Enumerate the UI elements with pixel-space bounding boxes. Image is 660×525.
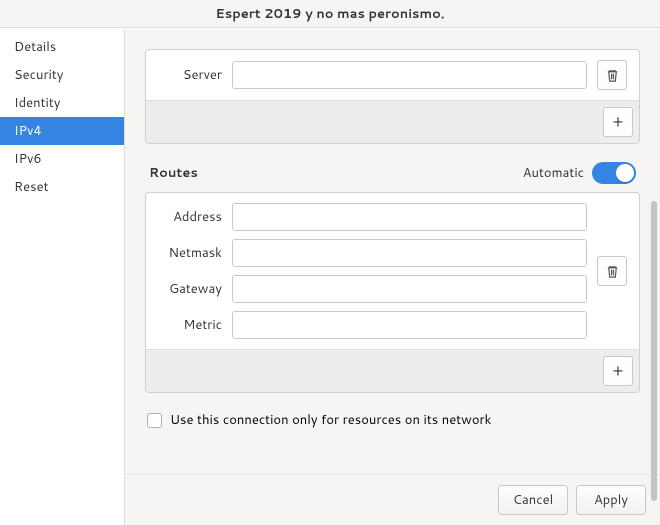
address-input[interactable] [232,203,587,231]
sidebar-item-ipv6[interactable]: IPv6 [0,145,124,173]
routes-auto-toggle[interactable] [592,162,636,184]
sidebar-item-label: IPv4 [14,122,42,140]
window: Espert 2019 y no mas peronismo. Details … [0,0,660,525]
address-label: Address [158,208,222,226]
scrollbar-thumb[interactable] [651,201,657,501]
server-label: Server [158,66,222,84]
server-input[interactable] [232,61,587,89]
sidebar-item-label: IPv6 [14,150,42,168]
dns-server-panel: Server + [145,49,640,144]
window-body: Details Security Identity IPv4 IPv6 Rese… [0,28,660,525]
gateway-label: Gateway [158,280,222,298]
sidebar: Details Security Identity IPv4 IPv6 Rese… [0,29,125,525]
metric-label: Metric [158,316,222,334]
sidebar-item-reset[interactable]: Reset [0,173,124,201]
trash-icon [605,264,620,279]
route-add-button[interactable]: + [603,356,633,386]
routes-row: Address Netmask Gateway Metric [146,193,639,349]
sidebar-item-security[interactable]: Security [0,61,124,89]
server-add-button[interactable]: + [603,107,633,137]
route-add-strip: + [146,349,639,392]
main-panel: Server + Routes Automatic [125,29,660,525]
plus-icon: + [613,363,624,379]
routes-auto-label: Automatic [523,164,584,182]
server-add-strip: + [146,100,639,143]
scroll-area[interactable]: Server + Routes Automatic [125,29,660,474]
sidebar-item-identity[interactable]: Identity [0,89,124,117]
metric-input[interactable] [232,311,587,339]
titlebar: Espert 2019 y no mas peronismo. [0,0,660,28]
sidebar-item-label: Reset [14,178,49,196]
only-resources-checkbox[interactable] [147,413,162,428]
routes-header: Routes Automatic [145,158,640,192]
gateway-input[interactable] [232,275,587,303]
only-resources-row[interactable]: Use this connection only for resources o… [145,407,640,431]
netmask-label: Netmask [158,244,222,262]
toggle-knob [616,164,634,182]
cancel-button[interactable]: Cancel [498,485,568,515]
server-row: Server [146,50,639,100]
sidebar-item-label: Security [14,66,64,84]
dialog-button-row: Cancel Apply [125,474,660,525]
only-resources-label: Use this connection only for resources o… [170,411,491,429]
routes-title: Routes [149,164,198,182]
route-delete-button[interactable] [597,256,627,286]
sidebar-item-details[interactable]: Details [0,33,124,61]
sidebar-item-ipv4[interactable]: IPv4 [0,117,124,145]
sidebar-item-label: Details [14,38,56,56]
apply-button[interactable]: Apply [576,485,646,515]
trash-icon [605,68,620,83]
server-delete-button[interactable] [597,60,627,90]
routes-panel: Address Netmask Gateway Metric + [145,192,640,393]
plus-icon: + [613,114,624,130]
netmask-input[interactable] [232,239,587,267]
sidebar-item-label: Identity [14,94,61,112]
window-title: Espert 2019 y no mas peronismo. [216,5,445,23]
